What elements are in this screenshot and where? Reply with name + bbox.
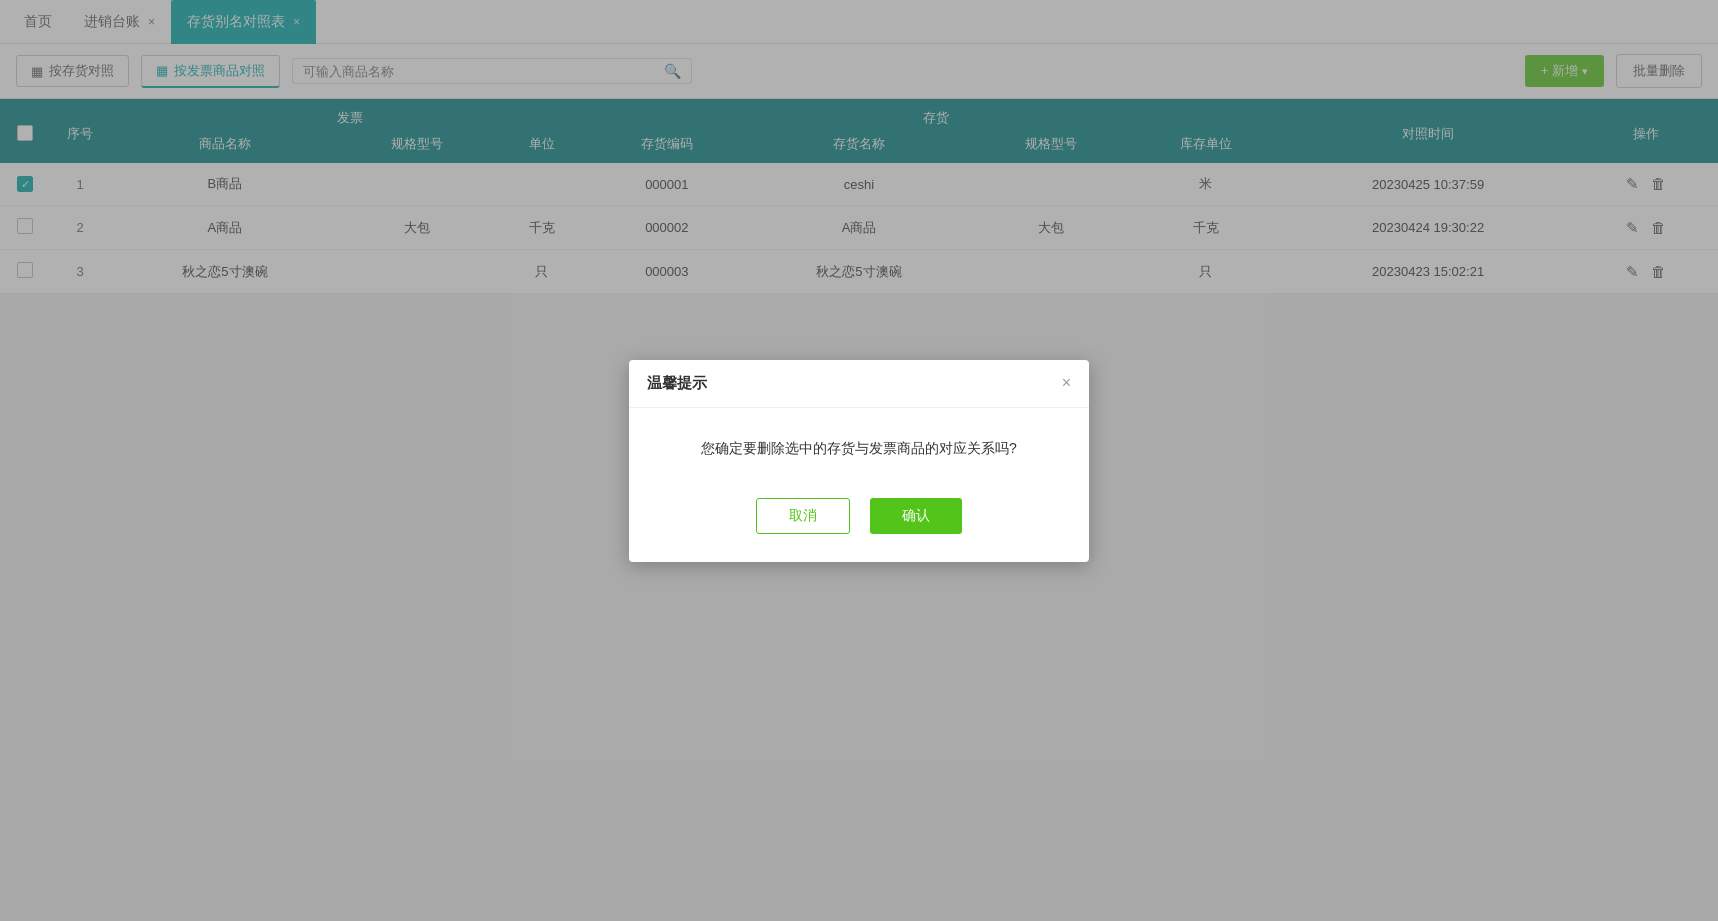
modal-overlay: 温馨提示 × 您确定要删除选中的存货与发票商品的对应关系吗? 取消 确认 — [0, 0, 1718, 294]
